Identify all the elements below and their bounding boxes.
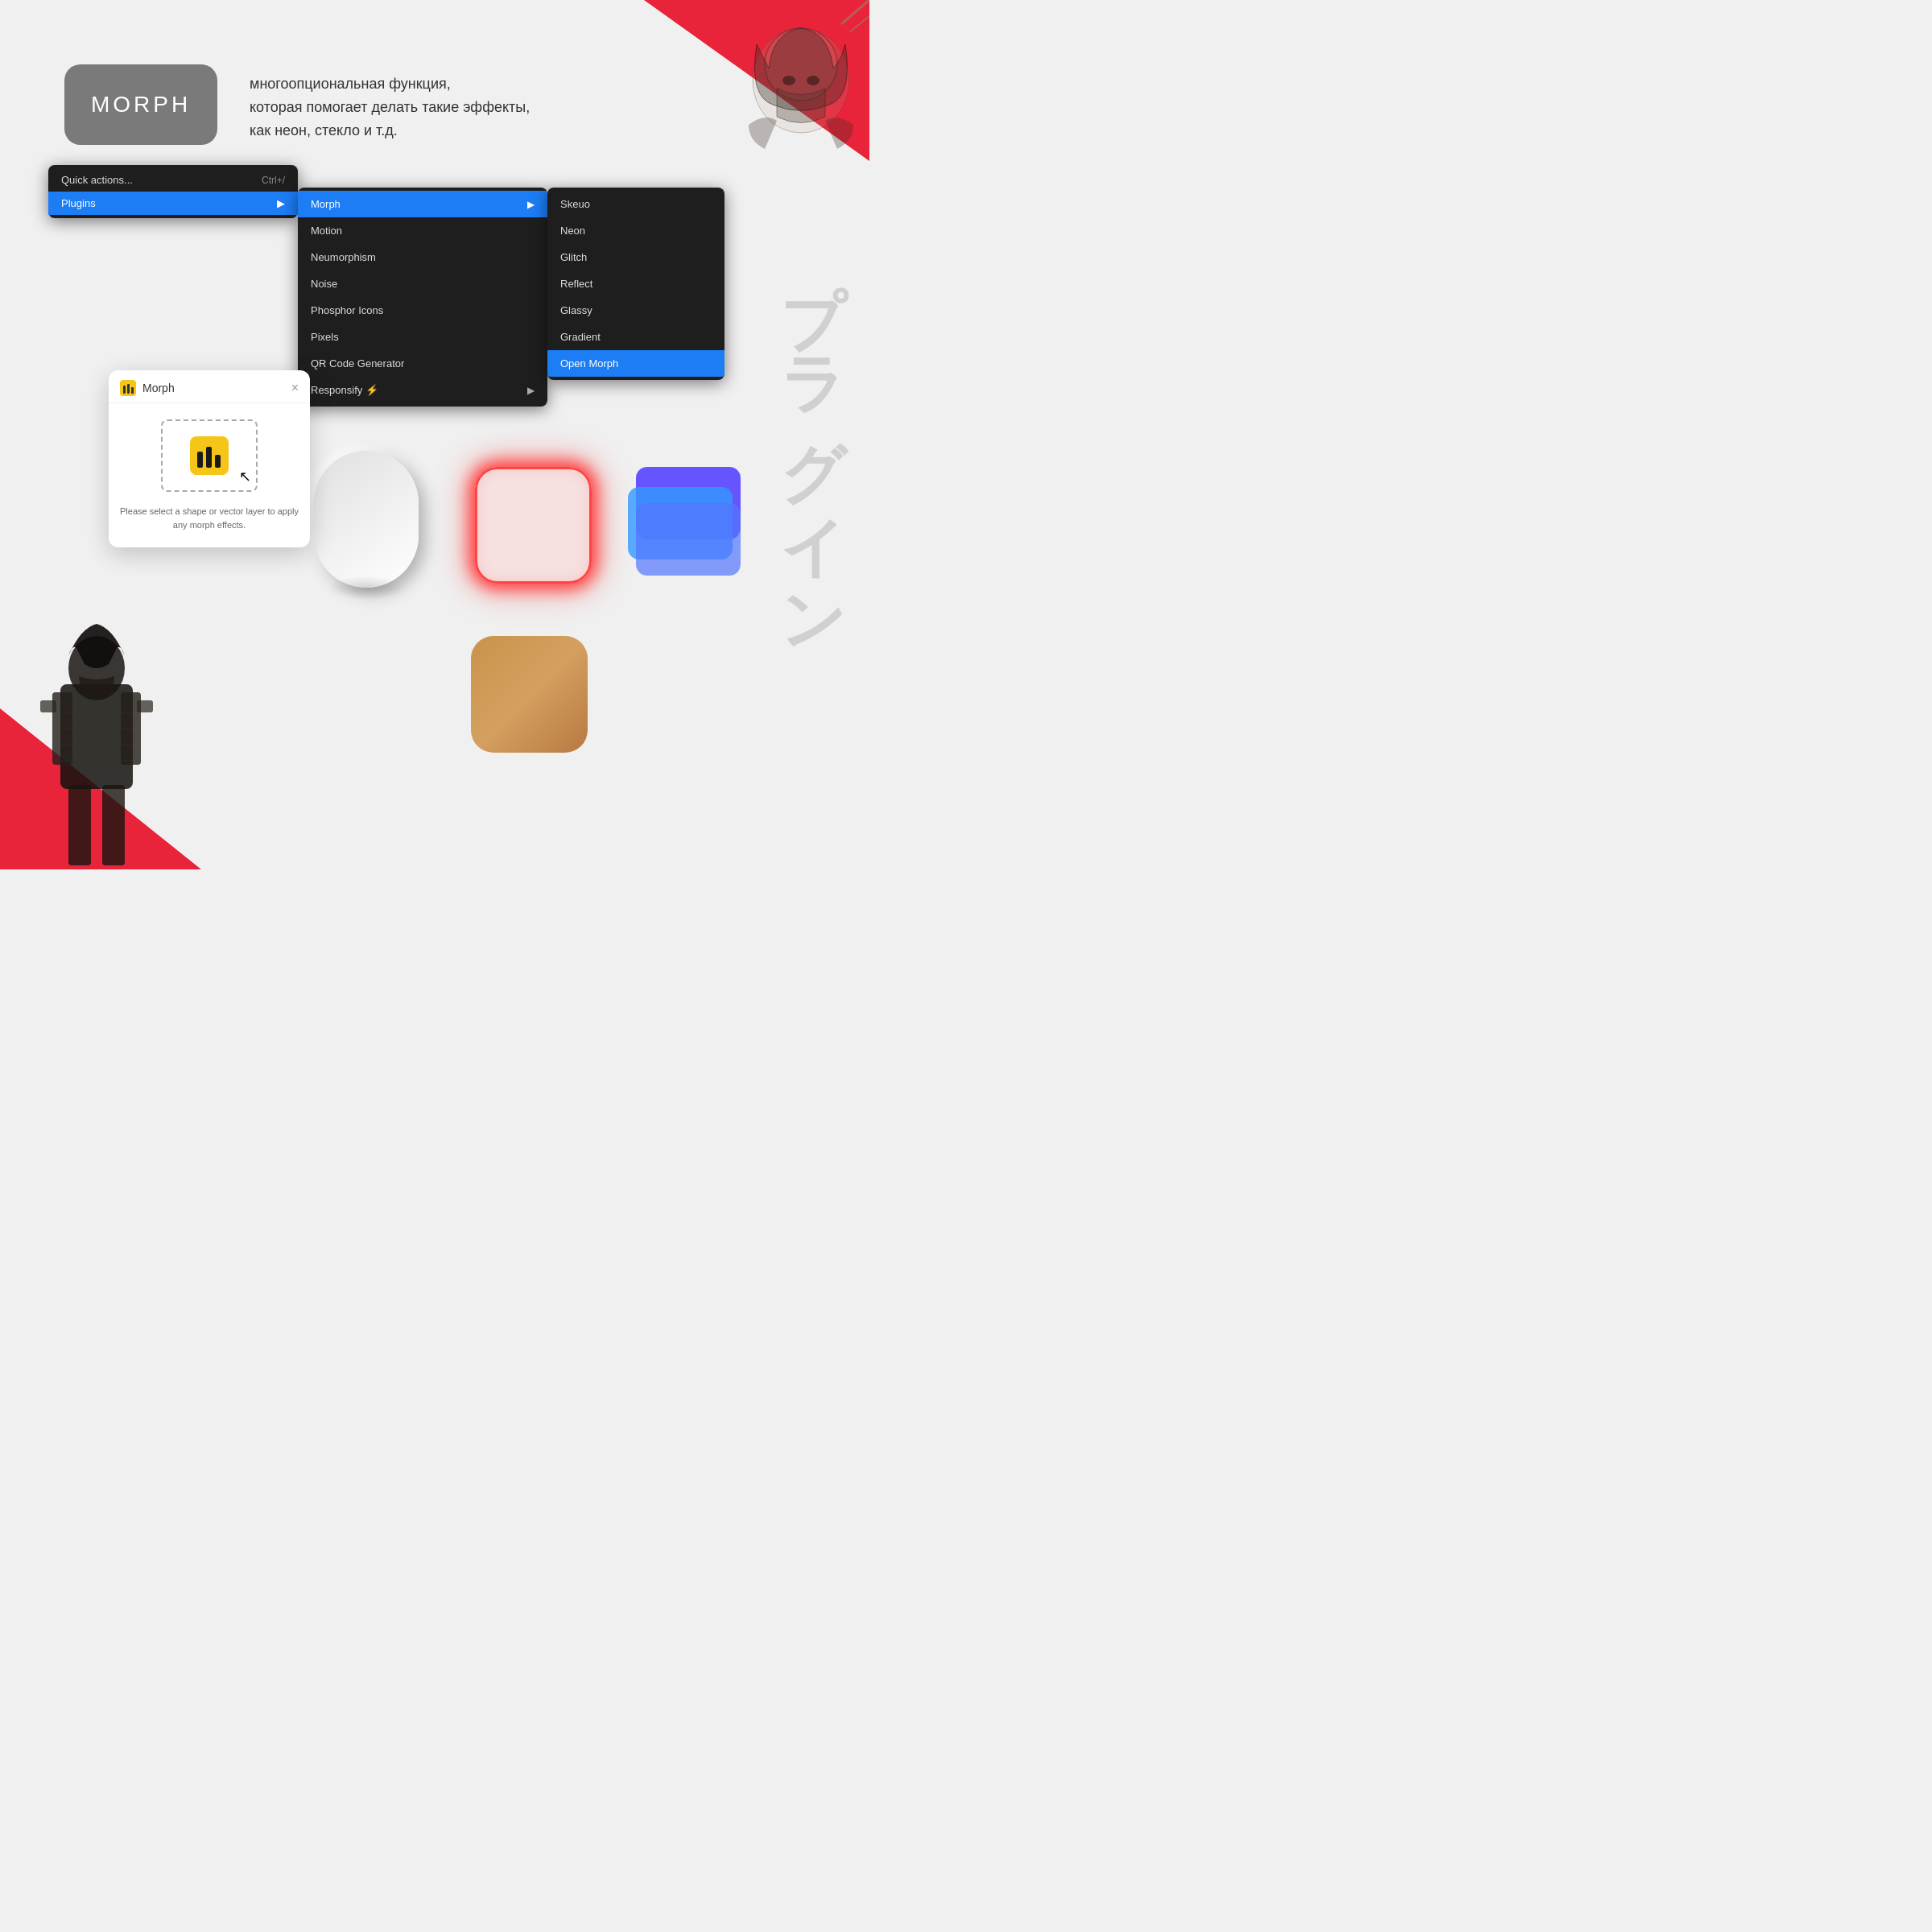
morph-option-reflect[interactable]: Reflect <box>547 270 724 297</box>
samurai-bl-graphic <box>16 588 177 869</box>
quick-actions-shortcut: Ctrl+/ <box>262 175 285 186</box>
shape-neon-red <box>475 467 592 584</box>
cursor-icon: ↖ <box>239 468 251 485</box>
plugin-item-phosphor[interactable]: Phosphor Icons <box>298 297 547 324</box>
plugin-item-neumorphism[interactable]: Neumorphism <box>298 244 547 270</box>
plugin-item-noise[interactable]: Noise <box>298 270 547 297</box>
svg-rect-18 <box>123 386 126 394</box>
morph-select-area: ↖ <box>161 419 258 492</box>
svg-rect-11 <box>102 785 125 865</box>
plugins-label: Plugins <box>61 197 96 209</box>
morph-bars-icon <box>194 440 225 471</box>
plugin-responsify-label: Responsify ⚡ <box>311 384 378 396</box>
svg-rect-19 <box>127 384 130 394</box>
svg-point-3 <box>807 76 819 85</box>
samurai-tr-graphic <box>652 0 869 217</box>
context-menu-main: Quick actions... Ctrl+/ Plugins ▶ <box>48 165 298 218</box>
morph-plugin-icon <box>120 380 136 396</box>
morph-plugin-dialog: Morph × ↖ Please select a shape or vecto… <box>109 370 310 547</box>
morph-option-neon[interactable]: Neon <box>547 217 724 244</box>
svg-rect-23 <box>215 455 221 468</box>
morph-option-open[interactable]: Open Morph <box>547 350 724 377</box>
svg-point-2 <box>782 76 795 85</box>
svg-rect-22 <box>206 447 212 468</box>
shape-capsule-shadow <box>326 576 407 600</box>
morph-hint-text: Please select a shape or vector layer to… <box>120 505 299 531</box>
morph-label-box: MORPH <box>64 64 217 145</box>
svg-rect-16 <box>40 700 56 712</box>
morph-dialog-header: Morph × <box>109 370 310 403</box>
shape-gradient-gold <box>471 636 588 753</box>
morph-arrow-icon: ▶ <box>527 199 535 210</box>
shape-neumorphic-capsule <box>314 451 419 588</box>
plugins-arrow-icon: ▶ <box>277 197 285 209</box>
description-line1: многоопциональная функция, <box>250 76 451 92</box>
svg-rect-20 <box>131 387 134 394</box>
morph-option-skeuo[interactable]: Skeuo <box>547 191 724 217</box>
svg-rect-21 <box>197 452 203 468</box>
glitch-layer-3 <box>636 503 741 576</box>
japanese-text-content: プラグイン <box>778 233 849 631</box>
svg-rect-10 <box>68 785 91 865</box>
svg-line-5 <box>849 16 869 32</box>
plugin-item-pixels[interactable]: Pixels <box>298 324 547 350</box>
plugin-item-morph[interactable]: Morph ▶ <box>298 191 547 217</box>
description-line2: которая помогает делать такие эффекты, <box>250 99 530 115</box>
menu-item-plugins[interactable]: Plugins ▶ <box>48 192 298 215</box>
plugin-pixels-label: Pixels <box>311 331 339 343</box>
menu-item-quick-actions[interactable]: Quick actions... Ctrl+/ <box>48 168 298 192</box>
plugin-neumorphism-label: Neumorphism <box>311 251 376 263</box>
morph-option-gradient[interactable]: Gradient <box>547 324 724 350</box>
plugin-item-qr[interactable]: QR Code Generator <box>298 350 547 377</box>
samurai-tr-image <box>652 0 869 217</box>
morph-description: многоопциональная функция, которая помог… <box>250 72 530 142</box>
morph-icon-bars <box>122 382 134 394</box>
morph-close-button[interactable]: × <box>291 381 299 395</box>
japanese-text: プラグイン <box>781 233 845 631</box>
morph-options-submenu: Skeuo Neon Glitch Reflect Glassy Gradien… <box>547 188 724 380</box>
svg-rect-17 <box>137 700 153 712</box>
morph-label-text: MORPH <box>91 92 191 118</box>
morph-yellow-icon <box>190 436 229 475</box>
plugin-phosphor-label: Phosphor Icons <box>311 304 383 316</box>
plugins-submenu: Morph ▶ Motion Neumorphism Noise Phospho… <box>298 188 547 407</box>
plugin-noise-label: Noise <box>311 278 337 290</box>
samurai-bl-image <box>16 588 177 869</box>
context-menu-area: Quick actions... Ctrl+/ Plugins ▶ Morph … <box>48 165 298 218</box>
description-line3: как неон, стекло и т.д. <box>250 122 398 138</box>
morph-option-glassy[interactable]: Glassy <box>547 297 724 324</box>
quick-actions-label: Quick actions... <box>61 174 133 186</box>
plugin-item-motion[interactable]: Motion <box>298 217 547 244</box>
morph-option-glitch[interactable]: Glitch <box>547 244 724 270</box>
plugin-item-responsify[interactable]: Responsify ⚡ ▶ <box>298 377 547 403</box>
plugin-qr-label: QR Code Generator <box>311 357 404 369</box>
responsify-arrow-icon: ▶ <box>527 385 535 396</box>
morph-dialog-title-row: Morph <box>120 380 175 396</box>
morph-dialog-title: Morph <box>142 382 175 394</box>
morph-dialog-body: ↖ Please select a shape or vector layer … <box>109 403 310 547</box>
plugin-motion-label: Motion <box>311 225 342 237</box>
svg-line-4 <box>841 0 869 24</box>
plugin-morph-label: Morph <box>311 198 341 210</box>
shape-glitch-blue <box>628 467 741 572</box>
